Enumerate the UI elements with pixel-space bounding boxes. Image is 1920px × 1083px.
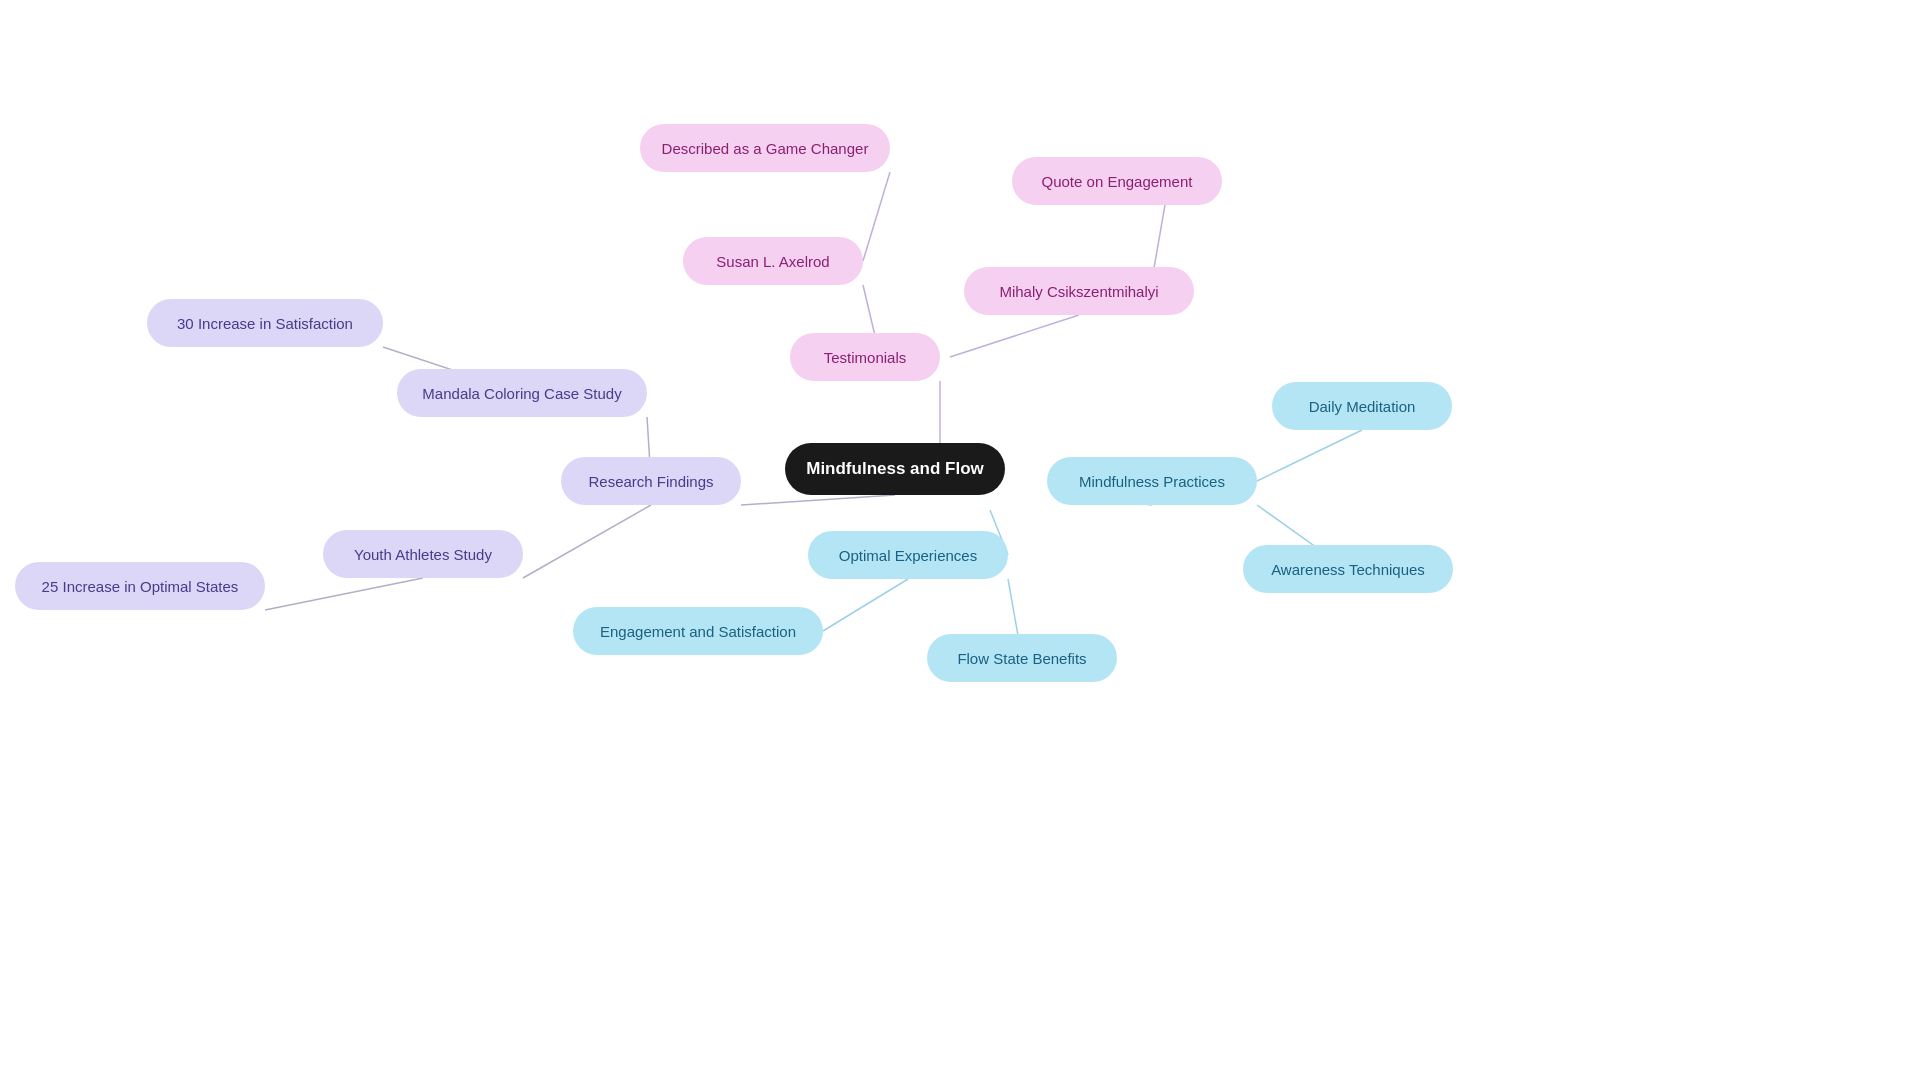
center-node[interactable]: Mindfulness and Flow [785,443,1005,495]
svg-line-7 [863,172,890,261]
svg-line-4 [265,578,423,610]
optimal-experiences-node[interactable]: Optimal Experiences [808,531,1008,579]
youth-athletes-node[interactable]: Youth Athletes Study [323,530,523,578]
svg-line-8 [950,315,1079,357]
awareness-techniques-node[interactable]: Awareness Techniques [1243,545,1453,593]
daily-meditation-node[interactable]: Daily Meditation [1272,382,1452,430]
svg-line-0 [741,495,895,505]
svg-line-14 [823,579,908,631]
satisfaction-30-node[interactable]: 30 Increase in Satisfaction [147,299,383,347]
research-findings-node[interactable]: Research Findings [561,457,741,505]
svg-line-11 [1257,430,1362,481]
game-changer-node[interactable]: Described as a Game Changer [640,124,890,172]
optimal-25-node[interactable]: 25 Increase in Optimal States [15,562,265,610]
mihaly-node[interactable]: Mihaly Csikszentmihalyi [964,267,1194,315]
flow-state-benefits-node[interactable]: Flow State Benefits [927,634,1117,682]
susan-node[interactable]: Susan L. Axelrod [683,237,863,285]
mindfulness-practices-node[interactable]: Mindfulness Practices [1047,457,1257,505]
quote-engagement-node[interactable]: Quote on Engagement [1012,157,1222,205]
svg-line-3 [523,505,651,578]
engagement-satisfaction-node[interactable]: Engagement and Satisfaction [573,607,823,655]
mandala-node[interactable]: Mandala Coloring Case Study [397,369,647,417]
testimonials-node[interactable]: Testimonials [790,333,940,381]
